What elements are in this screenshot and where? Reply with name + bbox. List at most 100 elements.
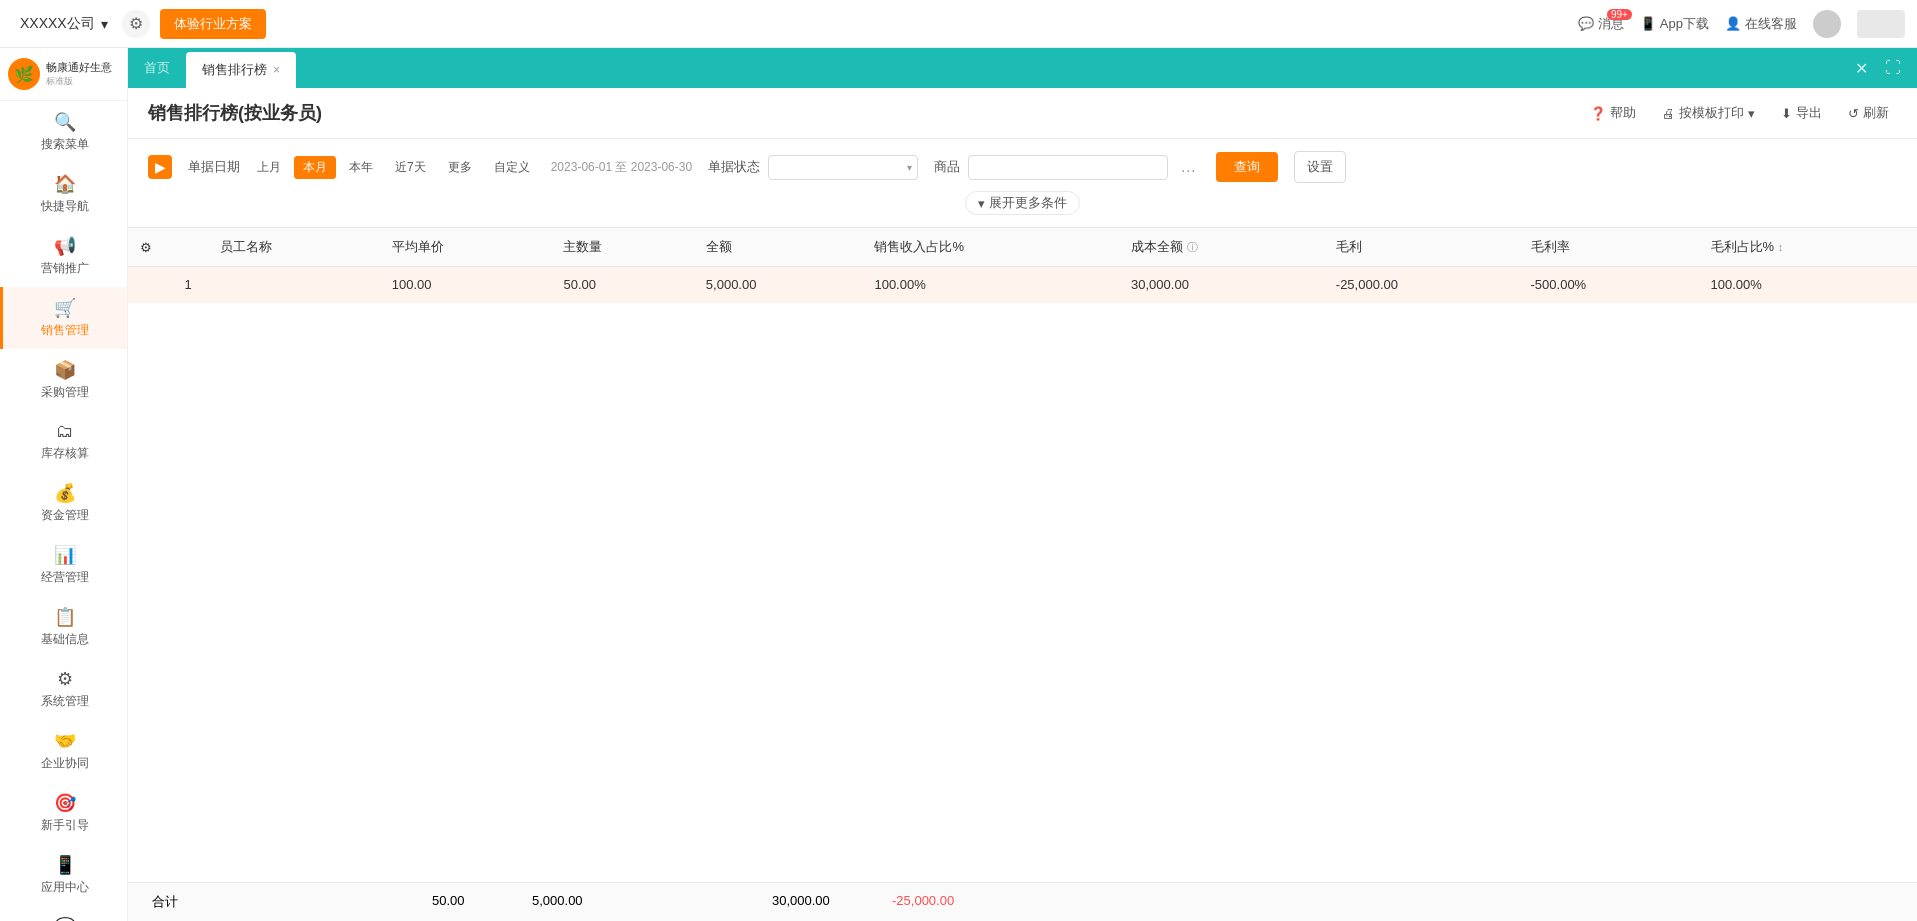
cell-sales-pct: 100.00% <box>862 267 1119 303</box>
query-button[interactable]: 查询 <box>1216 152 1278 182</box>
message-badge: 99+ <box>1607 9 1632 20</box>
date-btn-more[interactable]: 更多 <box>439 156 481 179</box>
tab-home[interactable]: 首页 <box>128 48 186 88</box>
footer-amount: 5,000.00 <box>520 893 640 911</box>
th-settings[interactable]: ⚙ <box>128 228 168 267</box>
sidebar-item-finance[interactable]: 💰 资金管理 <box>0 472 127 534</box>
filter-expand-arrow[interactable]: ▶ <box>148 155 172 179</box>
filter-area: ▶ 单据日期 上月 本月 本年 近7天 更多 自定义 2 <box>128 139 1917 228</box>
online-service-label: 在线客服 <box>1745 15 1797 33</box>
date-btn-custom[interactable]: 自定义 <box>485 156 539 179</box>
table-header: ⚙ 员工名称 平均单价 主数量 全额 销售收入占比% 成本全额 ⓘ 毛利 毛利率… <box>128 228 1917 267</box>
inventory-icon: 🗂 <box>56 421 74 442</box>
sidebar-item-sales[interactable]: 🛒 销售管理 <box>0 287 127 349</box>
help-button[interactable]: ❓ 帮助 <box>1582 100 1644 126</box>
gross-pct-sort-icon[interactable]: ↕ <box>1778 241 1784 253</box>
cell-gross: -25,000.00 <box>1324 267 1519 303</box>
table-body: 1 100.00 50.00 5,000.00 100.00% 30,000.0… <box>128 267 1917 303</box>
sidebar-item-operation[interactable]: 📊 经营管理 <box>0 534 127 596</box>
sidebar-item-basic[interactable]: 📋 基础信息 <box>0 596 127 658</box>
app-download-button[interactable]: 📱 App下载 <box>1640 15 1709 33</box>
marketing-icon: 📢 <box>54 235 76 257</box>
sidebar-item-quick[interactable]: 🏠 快捷导航 <box>0 163 127 225</box>
export-button[interactable]: ⬇ 导出 <box>1773 100 1830 126</box>
logo-icon: 🌿 <box>8 58 40 90</box>
enterprise-icon: 🤝 <box>54 730 76 752</box>
date-btn-this-year[interactable]: 本年 <box>340 156 382 179</box>
company-selector[interactable]: XXXXX公司 ▾ <box>12 11 116 37</box>
sidebar-item-search[interactable]: 🔍 搜索菜单 <box>0 101 127 163</box>
data-table: ⚙ 员工名称 平均单价 主数量 全额 销售收入占比% 成本全额 ⓘ 毛利 毛利率… <box>128 228 1917 303</box>
footer-cost: 30,000.00 <box>760 893 880 911</box>
settings-gear-button[interactable]: ⚙ <box>122 10 150 38</box>
sidebar-item-inventory[interactable]: 🗂 库存核算 <box>0 411 127 472</box>
cost-info-icon[interactable]: ⓘ <box>1187 241 1198 253</box>
sidebar-item-system[interactable]: ⚙ 系统管理 <box>0 658 127 720</box>
message-button[interactable]: 💬 消息 99+ <box>1578 15 1624 33</box>
status-select[interactable] <box>768 155 918 180</box>
home-icon: 🏠 <box>54 173 76 195</box>
footer-quantity: 50.00 <box>420 893 520 911</box>
expand-row: ▾ 展开更多条件 <box>148 191 1897 215</box>
sidebar-item-appstore[interactable]: 📱 应用中心 <box>0 844 127 906</box>
date-btn-7days[interactable]: 近7天 <box>386 156 435 179</box>
status-select-wrapper: ▾ <box>768 155 918 180</box>
main-layout: 🌿 畅康通好生意 标准版 🔍 搜索菜单 🏠 快捷导航 📢 营销推广 🛒 销售管理… <box>0 48 1917 921</box>
status-filter-group: 单据状态 ▾ <box>708 155 918 180</box>
appstore-icon: 📱 <box>54 854 76 876</box>
trial-button[interactable]: 体验行业方案 <box>160 9 266 39</box>
table-footer: 合计 50.00 5,000.00 30,000.00 -25,000.00 <box>128 882 1917 921</box>
sidebar-label-marketing: 营销推广 <box>41 260 89 277</box>
sidebar-item-enterprise[interactable]: 🤝 企业协同 <box>0 720 127 782</box>
print-icon: 🖨 <box>1662 106 1675 121</box>
wechat-icon: 💬 <box>54 916 76 921</box>
finance-icon: 💰 <box>54 482 76 504</box>
search-icon: 🔍 <box>54 111 76 133</box>
refresh-icon: ↺ <box>1848 106 1859 121</box>
sidebar-label-appstore: 应用中心 <box>41 879 89 896</box>
sidebar-label-enterprise: 企业协同 <box>41 755 89 772</box>
avatar[interactable] <box>1813 10 1841 38</box>
setting-button[interactable]: 设置 <box>1294 151 1346 183</box>
app-icon: 📱 <box>1640 16 1656 31</box>
online-service-button[interactable]: 👤 在线客服 <box>1725 15 1797 33</box>
page-title: 销售排行榜(按业务员) <box>148 101 322 125</box>
goods-label: 商品 <box>934 158 960 176</box>
footer-empty-pct <box>640 893 760 911</box>
user-name-display[interactable] <box>1857 10 1905 38</box>
tab-close-button[interactable]: × <box>273 63 280 77</box>
sidebar: 🌿 畅康通好生意 标准版 🔍 搜索菜单 🏠 快捷导航 📢 营销推广 🛒 销售管理… <box>0 48 128 921</box>
th-sales-pct: 销售收入占比% <box>862 228 1119 267</box>
tab-fullscreen-button[interactable]: ⛶ <box>1881 56 1905 80</box>
th-gross: 毛利 <box>1324 228 1519 267</box>
refresh-button[interactable]: ↺ 刷新 <box>1840 100 1897 126</box>
cell-quantity: 50.00 <box>551 267 693 303</box>
date-btn-this-month-active[interactable]: 本月 <box>294 156 336 179</box>
top-right-actions: 💬 消息 99+ 📱 App下载 👤 在线客服 <box>1578 10 1905 38</box>
goods-more-button[interactable]: … <box>1176 158 1200 176</box>
purchase-icon: 📦 <box>54 359 76 381</box>
guide-icon: 🎯 <box>54 792 76 814</box>
goods-filter-group: 商品 … <box>934 155 1200 180</box>
tab-close-window-button[interactable]: ✕ <box>1849 56 1873 80</box>
expand-more-button[interactable]: ▾ 展开更多条件 <box>965 191 1080 215</box>
message-icon: 💬 <box>1578 16 1594 31</box>
cell-settings <box>128 267 168 303</box>
footer-gross: -25,000.00 <box>880 893 1000 911</box>
sidebar-item-guide[interactable]: 🎯 新手引导 <box>0 782 127 844</box>
export-icon: ⬇ <box>1781 106 1792 121</box>
status-label: 单据状态 <box>708 158 760 176</box>
cell-gross-pct: 100.00% <box>1699 267 1917 303</box>
date-btn-last-month[interactable]: 上月 <box>248 156 290 179</box>
sidebar-item-marketing[interactable]: 📢 营销推广 <box>0 225 127 287</box>
operation-icon: 📊 <box>54 544 76 566</box>
sidebar-label-finance: 资金管理 <box>41 507 89 524</box>
goods-input[interactable] <box>968 155 1168 180</box>
refresh-label: 刷新 <box>1863 104 1889 122</box>
sidebar-item-purchase[interactable]: 📦 采购管理 <box>0 349 127 411</box>
tab-sales-rank-label: 销售排行榜 <box>202 61 267 79</box>
print-button[interactable]: 🖨 按模板打印 ▾ <box>1654 100 1763 126</box>
sidebar-item-wechat[interactable]: 💬 企业微信 <box>0 906 127 921</box>
help-icon: ❓ <box>1590 106 1606 121</box>
tab-sales-rank[interactable]: 销售排行榜 × <box>186 52 296 88</box>
